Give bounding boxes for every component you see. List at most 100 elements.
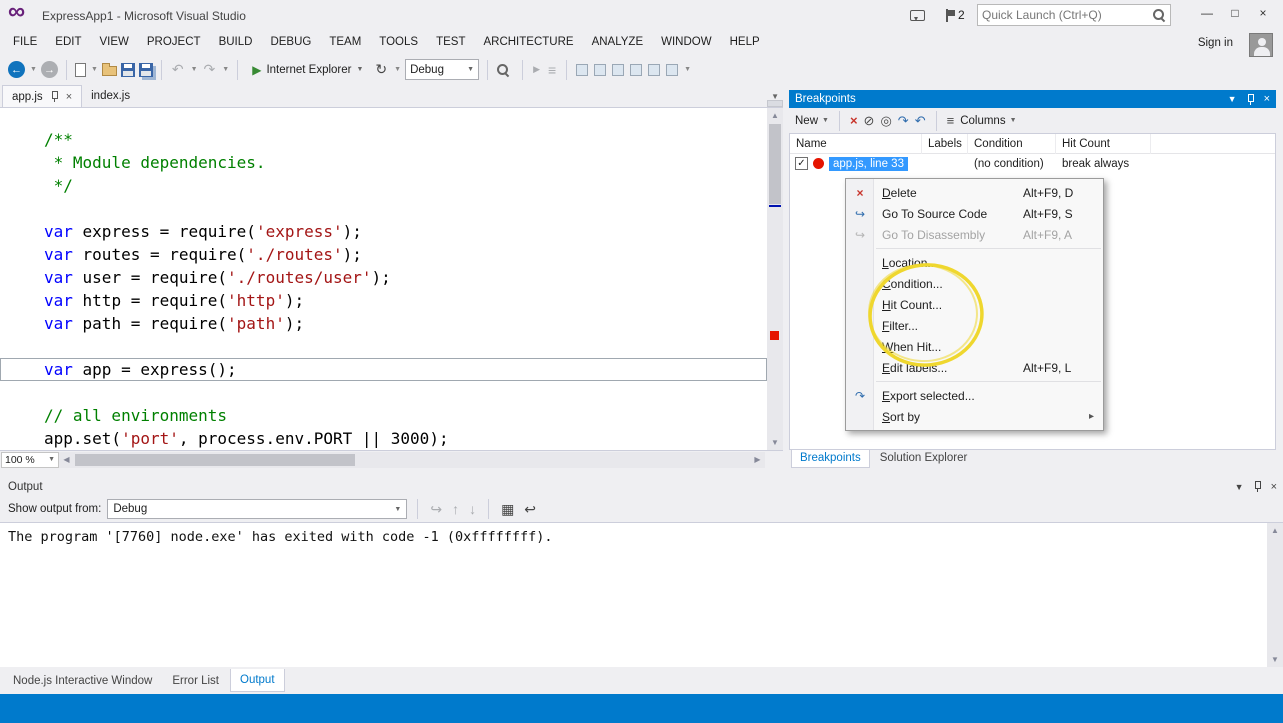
- columns-dropdown[interactable]: Columns ▼: [960, 115, 1016, 127]
- context-menu-item-condition[interactable]: Condition...: [846, 273, 1103, 294]
- start-debugging-button[interactable]: ▶ Internet Explorer ▼: [246, 61, 369, 79]
- toolbar-options-icon[interactable]: ▼: [684, 66, 691, 73]
- search-icon[interactable]: [1152, 8, 1166, 22]
- code-line-11[interactable]: var app = express();: [0, 358, 767, 381]
- code-line-7[interactable]: var user = require('./routes/user');: [0, 266, 767, 289]
- code-line-12[interactable]: [0, 381, 767, 404]
- new-file-dropdown-icon[interactable]: ▼: [91, 66, 98, 73]
- redo-dropdown-icon[interactable]: ▼: [222, 66, 229, 73]
- breakpoint-row[interactable]: ✓ app.js, line 33 (no condition) break a…: [790, 154, 1275, 173]
- close-icon[interactable]: ×: [1271, 481, 1277, 493]
- breakpoint-enabled-checkbox[interactable]: ✓: [795, 157, 808, 170]
- output-source-select[interactable]: Debug ▼: [107, 499, 407, 519]
- menu-build[interactable]: BUILD: [210, 32, 262, 52]
- code-editor[interactable]: /** * Module dependencies. */var express…: [0, 107, 783, 450]
- save-all-button[interactable]: [139, 63, 153, 77]
- editor-vertical-scrollbar[interactable]: ▲ ▼: [767, 108, 783, 450]
- breakpoints-title-bar[interactable]: Breakpoints ▼ ×: [789, 90, 1276, 108]
- column-header-name[interactable]: Name: [790, 134, 922, 154]
- scroll-up-icon[interactable]: ▲: [767, 108, 783, 123]
- editor-tab-index-js[interactable]: index.js: [82, 85, 139, 107]
- redo-button[interactable]: ↷: [202, 61, 218, 78]
- quick-launch-input[interactable]: [978, 8, 1152, 22]
- menu-file[interactable]: FILE: [4, 32, 46, 52]
- export-breakpoints-button[interactable]: ↷: [898, 113, 909, 129]
- menu-project[interactable]: PROJECT: [138, 32, 210, 52]
- context-menu-item-filter[interactable]: Filter...: [846, 315, 1103, 336]
- bottom-tab-node-js-interactive-window[interactable]: Node.js Interactive Window: [4, 670, 161, 692]
- vertical-scroll-thumb[interactable]: [769, 124, 781, 204]
- disable-all-breakpoints-button[interactable]: ⊘: [864, 113, 875, 129]
- context-menu-item-edit-labels[interactable]: Edit labels...Alt+F9, L: [846, 357, 1103, 378]
- toggle-word-wrap-button[interactable]: ↩: [522, 501, 538, 518]
- menu-test[interactable]: TEST: [427, 32, 474, 52]
- find-message-in-code-button[interactable]: ↪: [428, 501, 444, 518]
- code-line-8[interactable]: var http = require('http');: [0, 289, 767, 312]
- breakpoint-name[interactable]: app.js, line 33: [829, 157, 908, 171]
- menu-help[interactable]: HELP: [721, 32, 769, 52]
- context-menu-item-export-selected[interactable]: ↷Export selected...: [846, 385, 1103, 406]
- new-file-button[interactable]: [75, 63, 86, 77]
- columns-settings-icon[interactable]: ≡: [947, 113, 955, 128]
- previous-message-button[interactable]: ↑: [450, 501, 461, 517]
- column-header-labels[interactable]: Labels: [922, 134, 968, 154]
- column-header-condition[interactable]: Condition: [968, 134, 1056, 154]
- code-line-14[interactable]: app.set('port', process.env.PORT || 3000…: [0, 427, 767, 450]
- open-file-button[interactable]: [102, 66, 117, 76]
- toggle-bookmark-button[interactable]: [576, 64, 588, 76]
- code-line-5[interactable]: var express = require('express');: [0, 220, 767, 243]
- panel-tab-solution-explorer[interactable]: Solution Explorer: [872, 450, 976, 468]
- output-content[interactable]: The program '[7760] node.exe' has exited…: [0, 522, 1283, 667]
- delete-all-breakpoints-button[interactable]: ◎: [880, 113, 891, 129]
- clear-bookmarks-button[interactable]: [666, 64, 678, 76]
- code-line-10[interactable]: [0, 335, 767, 358]
- code-line-1[interactable]: /**: [0, 128, 767, 151]
- code-line-4[interactable]: [0, 197, 767, 220]
- minimize-button[interactable]: —: [1193, 6, 1221, 20]
- navigate-backward-button[interactable]: ←: [8, 61, 25, 78]
- context-menu-item-sort-by[interactable]: Sort by▸: [846, 406, 1103, 427]
- save-button[interactable]: [121, 63, 135, 77]
- output-header[interactable]: Output ▼ ×: [0, 477, 1283, 496]
- code-line-6[interactable]: var routes = require('./routes');: [0, 243, 767, 266]
- browser-dropdown-icon[interactable]: ▼: [356, 66, 363, 73]
- code-line-13[interactable]: // all environments: [0, 404, 767, 427]
- editor-horizontal-scrollbar[interactable]: ◀ ▶: [59, 452, 765, 468]
- menu-debug[interactable]: DEBUG: [261, 32, 320, 52]
- pin-icon[interactable]: [1253, 480, 1262, 493]
- scroll-left-icon[interactable]: ◀: [59, 452, 74, 468]
- notifications-button[interactable]: 2: [945, 8, 965, 22]
- previous-bookmark-button[interactable]: [594, 64, 606, 76]
- next-bookmark-in-folder-button[interactable]: [648, 64, 660, 76]
- context-menu-item-delete[interactable]: ×DeleteAlt+F9, D: [846, 182, 1103, 203]
- menu-view[interactable]: VIEW: [91, 32, 138, 52]
- menu-architecture[interactable]: ARCHITECTURE: [474, 32, 582, 52]
- undo-dropdown-icon[interactable]: ▼: [191, 66, 198, 73]
- previous-bookmark-in-folder-button[interactable]: [630, 64, 642, 76]
- refresh-dropdown-icon[interactable]: ▼: [394, 66, 401, 73]
- menu-window[interactable]: WINDOW: [652, 32, 720, 52]
- delete-breakpoint-button[interactable]: ×: [850, 113, 858, 128]
- sign-in-link[interactable]: Sign in: [1198, 37, 1233, 49]
- bottom-tab-output[interactable]: Output: [230, 669, 285, 692]
- window-position-icon[interactable]: ▼: [1235, 482, 1244, 492]
- window-position-icon[interactable]: ▼: [1228, 94, 1237, 104]
- editor-tab-app-js[interactable]: app.js×: [2, 85, 82, 107]
- code-line-2[interactable]: * Module dependencies.: [0, 151, 767, 174]
- context-menu-item-when-hit[interactable]: When Hit...: [846, 336, 1103, 357]
- scroll-right-icon[interactable]: ▶: [750, 452, 765, 468]
- feedback-button[interactable]: [910, 10, 925, 24]
- zoom-select[interactable]: 100 % ▼: [1, 452, 59, 468]
- editor-splitter-handle[interactable]: [767, 100, 783, 107]
- find-options-button[interactable]: ≡: [546, 62, 558, 78]
- close-button[interactable]: ×: [1249, 6, 1277, 20]
- undo-button[interactable]: ↶: [170, 61, 186, 78]
- menu-analyze[interactable]: ANALYZE: [583, 32, 653, 52]
- panel-tab-breakpoints[interactable]: Breakpoints: [791, 450, 870, 468]
- close-icon[interactable]: ×: [66, 91, 72, 103]
- context-menu-item-go-to-source-code[interactable]: ↪Go To Source CodeAlt+F9, S: [846, 203, 1103, 224]
- maximize-button[interactable]: □: [1221, 6, 1249, 20]
- horizontal-scroll-thumb[interactable]: [75, 454, 355, 466]
- menu-edit[interactable]: EDIT: [46, 32, 90, 52]
- next-message-button[interactable]: ↓: [467, 501, 478, 517]
